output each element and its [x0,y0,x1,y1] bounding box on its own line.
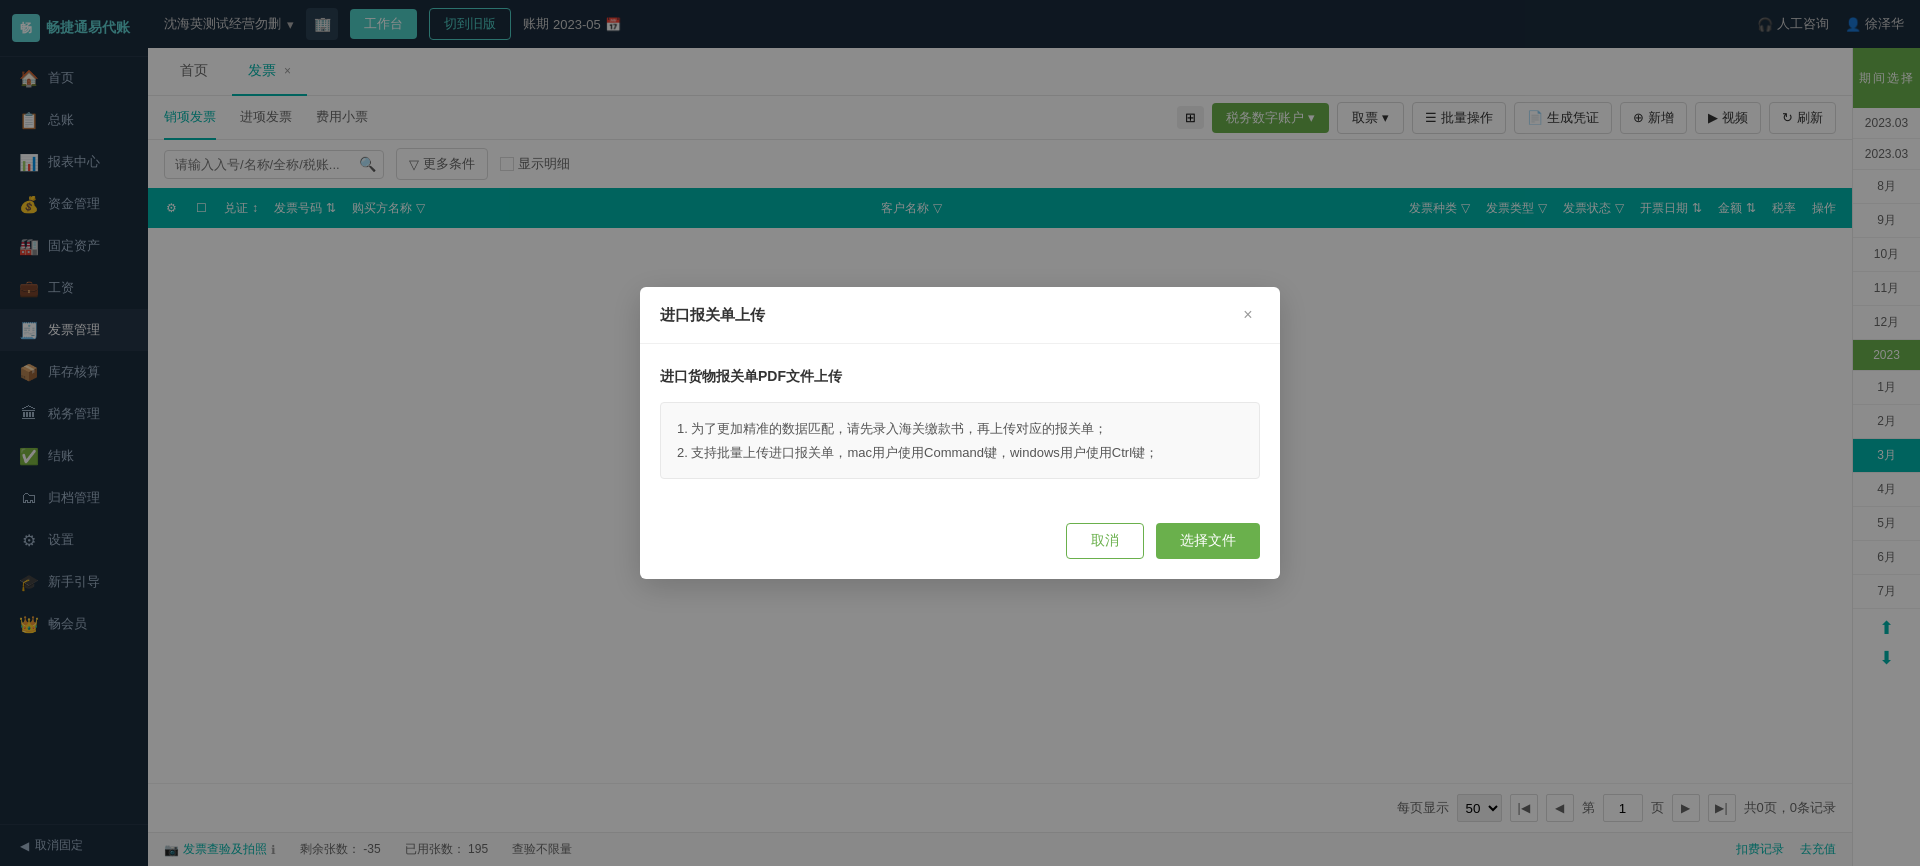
modal-instruction-2: 2. 支持批量上传进口报关单，mac用户使用Command键，windows用户… [677,441,1243,464]
modal-close-btn[interactable]: × [1236,303,1260,327]
import-customs-modal: 进口报关单上传 × 进口货物报关单PDF文件上传 1. 为了更加精准的数据匹配，… [640,287,1280,579]
modal-footer: 取消 选择文件 [640,523,1280,579]
modal-overlay: 进口报关单上传 × 进口货物报关单PDF文件上传 1. 为了更加精准的数据匹配，… [0,0,1920,866]
modal-body: 进口货物报关单PDF文件上传 1. 为了更加精准的数据匹配，请先录入海关缴款书，… [640,344,1280,523]
modal-instruction-1: 1. 为了更加精准的数据匹配，请先录入海关缴款书，再上传对应的报关单； [677,417,1243,440]
modal-cancel-btn[interactable]: 取消 [1066,523,1144,559]
modal-header: 进口报关单上传 × [640,287,1280,344]
modal-info-box: 1. 为了更加精准的数据匹配，请先录入海关缴款书，再上传对应的报关单； 2. 支… [660,402,1260,479]
modal-title: 进口报关单上传 [660,306,765,325]
modal-confirm-btn[interactable]: 选择文件 [1156,523,1260,559]
modal-section-title: 进口货物报关单PDF文件上传 [660,368,1260,386]
